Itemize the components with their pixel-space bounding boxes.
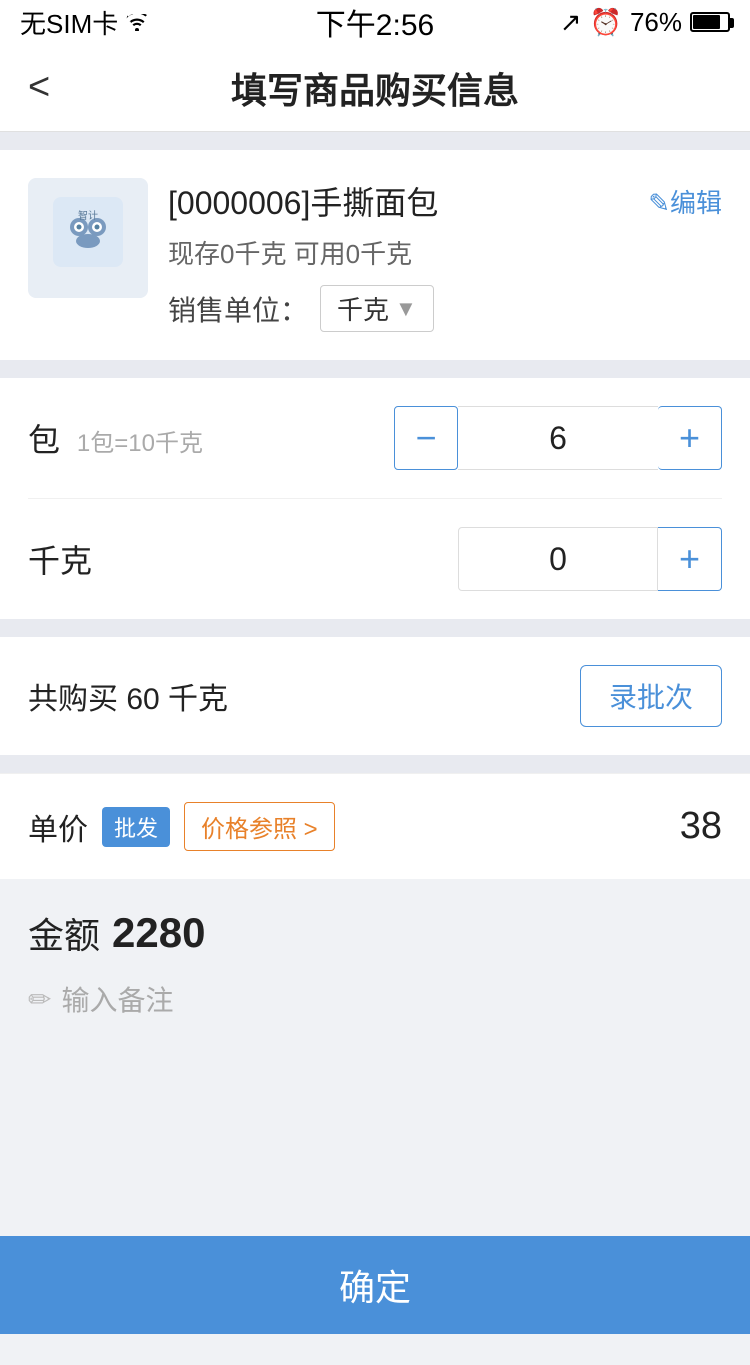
amount-value: 2280	[112, 909, 205, 957]
product-image-placeholder: 智计	[53, 197, 123, 279]
nav-bar: < 填写商品购买信息	[0, 44, 750, 132]
kg-quantity-control: +	[458, 527, 722, 591]
status-time: 下午2:56	[316, 0, 434, 44]
edit-link[interactable]: ✎编辑	[648, 183, 722, 220]
product-unit-row: 销售单位： 千克 ▼	[168, 285, 722, 332]
batch-button[interactable]: 录批次	[580, 665, 722, 727]
status-right: ↗ ⏰ 76%	[560, 7, 730, 38]
battery-icon	[690, 12, 730, 32]
product-stock: 现存0千克 可用0千克	[168, 234, 722, 271]
pack-quantity-control: − +	[394, 406, 722, 470]
kg-quantity-row: 千克 +	[28, 499, 722, 619]
product-details: [0000006]手撕面包 ✎编辑 现存0千克 可用0千克 销售单位： 千克 ▼	[168, 178, 722, 332]
kg-plus-button[interactable]: +	[658, 527, 722, 591]
pack-quantity-input[interactable]	[458, 406, 658, 470]
amount-section: 金额 2280 ✏ 输入备注	[0, 879, 750, 1035]
product-name: [0000006]手撕面包	[168, 178, 438, 224]
product-section: 智计 [0000006]手撕面包 ✎编辑 现存0千克 可用0千克 销售单位： 千…	[0, 150, 750, 360]
price-section: 单价 批发 价格参照 > 38	[0, 773, 750, 879]
quantity-section: 包 1包=10千克 − + 千克 +	[0, 378, 750, 619]
amount-label: 金额	[28, 907, 100, 959]
svg-text:智计: 智计	[78, 209, 98, 222]
divider-2	[0, 360, 750, 378]
price-type-tag: 批发	[102, 807, 170, 847]
divider-3	[0, 619, 750, 637]
pack-minus-button[interactable]: −	[394, 406, 458, 470]
pack-label: 包	[28, 422, 60, 458]
back-button[interactable]: <	[28, 66, 50, 109]
price-label: 单价	[28, 805, 88, 849]
pack-plus-button[interactable]: +	[658, 406, 722, 470]
divider-4	[0, 755, 750, 773]
alarm-icon: ⏰	[590, 7, 622, 38]
product-name-row: [0000006]手撕面包 ✎编辑	[168, 178, 722, 224]
unit-label: 销售单位：	[168, 289, 308, 329]
pack-sublabel: 1包=10千克	[77, 430, 203, 457]
price-ref-button[interactable]: 价格参照 >	[184, 802, 335, 851]
total-section: 共购买 60 千克 录批次	[0, 637, 750, 755]
remark-row[interactable]: ✏ 输入备注	[28, 979, 722, 1019]
page-title: 填写商品购买信息	[231, 62, 519, 114]
amount-row: 金额 2280	[28, 907, 722, 959]
kg-label: 千克	[28, 536, 92, 582]
product-image: 智计	[28, 178, 148, 298]
status-bar: 无SIM卡 下午2:56 ↗ ⏰ 76%	[0, 0, 750, 44]
divider-1	[0, 132, 750, 150]
pack-label-group: 包 1包=10千克	[28, 415, 203, 461]
location-icon: ↗	[560, 7, 582, 38]
remark-placeholder: 输入备注	[61, 979, 173, 1019]
confirm-button[interactable]: 确定	[0, 1236, 750, 1334]
pencil-icon: ✏	[28, 983, 51, 1016]
battery-percent: 76%	[630, 7, 682, 38]
price-label-row: 单价 批发 价格参照 >	[28, 802, 335, 851]
price-value: 38	[680, 805, 722, 848]
kg-quantity-input[interactable]	[458, 527, 658, 591]
unit-selector[interactable]: 千克 ▼	[320, 285, 434, 332]
carrier-label: 无SIM卡	[20, 4, 118, 41]
total-text: 共购买 60 千克	[28, 674, 228, 718]
unit-value: 千克	[337, 290, 389, 327]
wifi-icon	[126, 7, 148, 38]
pack-quantity-row: 包 1包=10千克 − +	[28, 378, 722, 499]
chevron-down-icon: ▼	[395, 296, 417, 322]
status-left: 无SIM卡	[20, 4, 148, 41]
